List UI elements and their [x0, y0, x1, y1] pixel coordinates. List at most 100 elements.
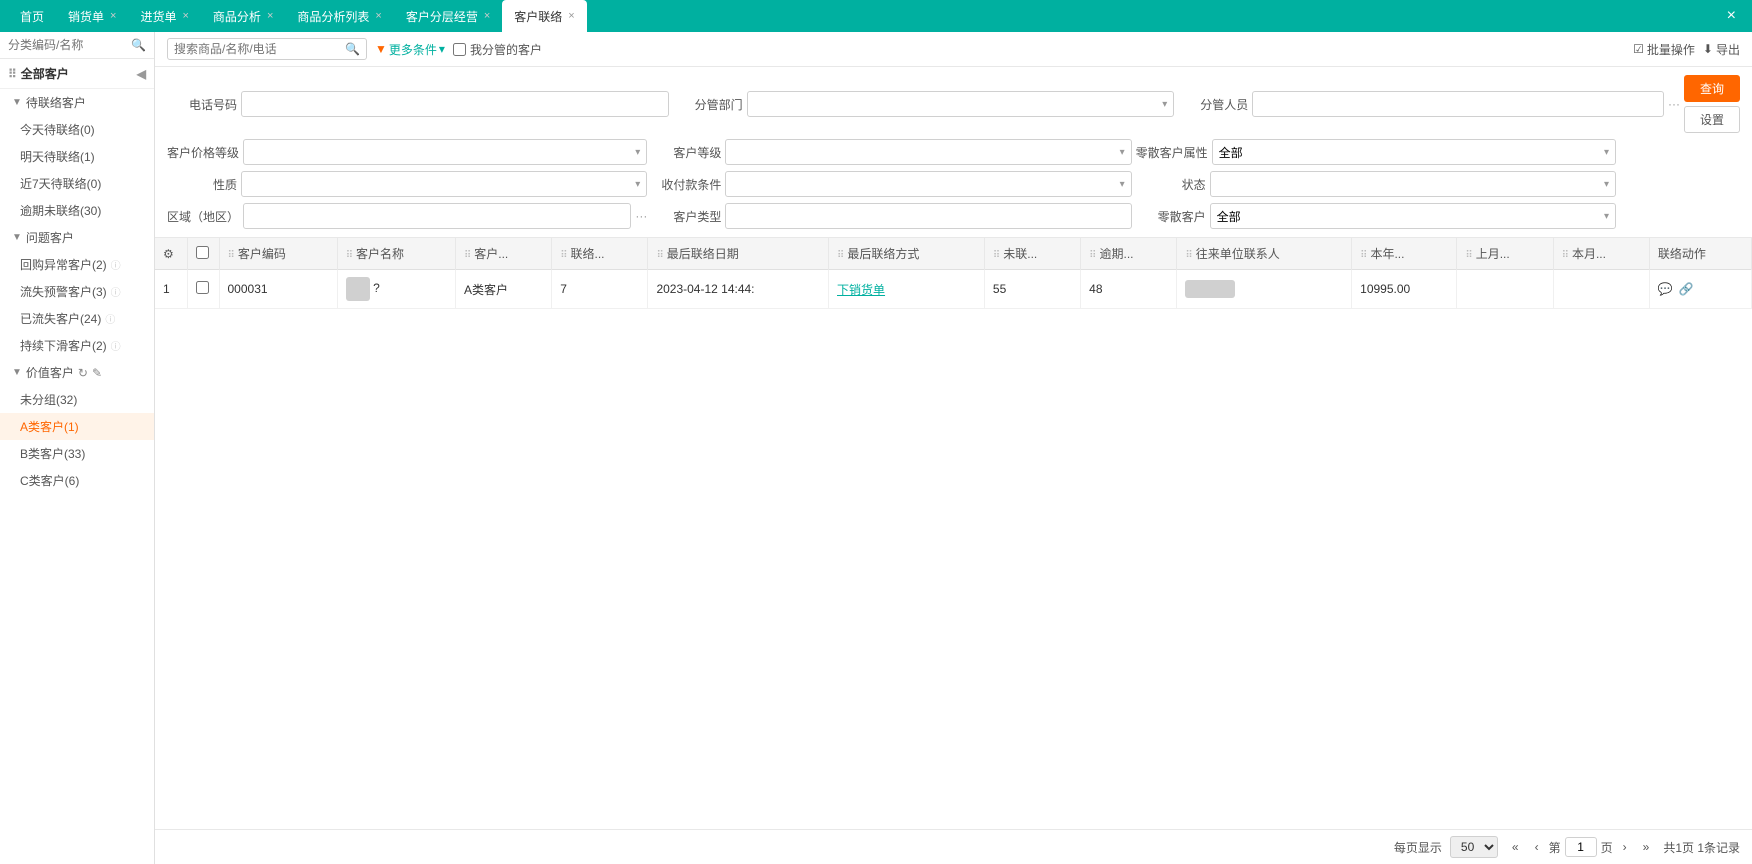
- connect-icon[interactable]: 🔗: [1679, 282, 1694, 296]
- page-number-input[interactable]: [1565, 837, 1597, 857]
- chevron-down-icon: ▾: [1120, 179, 1125, 190]
- col-contact-person[interactable]: ⠿往来单位联系人: [1177, 238, 1352, 270]
- chat-icon[interactable]: 💬: [1658, 282, 1673, 296]
- sidebar-item-a-class[interactable]: A类客户(1): [0, 413, 154, 440]
- col-this-year[interactable]: ⠿本年...: [1352, 238, 1457, 270]
- col-last-date[interactable]: ⠿最后联络日期: [648, 238, 829, 270]
- close-icon[interactable]: ×: [182, 10, 188, 22]
- settings-icon[interactable]: ⚙: [163, 247, 174, 261]
- settings-button[interactable]: 设置: [1684, 106, 1740, 133]
- close-icon[interactable]: ×: [484, 10, 490, 22]
- problem-section-label[interactable]: ▼ 问题客户: [0, 224, 154, 251]
- query-button[interactable]: 查询: [1684, 75, 1740, 102]
- sidebar-item-7days-pending[interactable]: 近7天待联络(0): [0, 170, 154, 197]
- close-icon[interactable]: ×: [568, 10, 574, 22]
- search-icon[interactable]: 🔍: [345, 42, 360, 56]
- collapse-icon[interactable]: ◀: [137, 67, 146, 81]
- more-icon[interactable]: ···: [635, 209, 647, 223]
- region-input[interactable]: [243, 203, 631, 229]
- nav-sales[interactable]: 销货单 ×: [56, 0, 128, 32]
- col-checkbox[interactable]: [187, 238, 219, 270]
- sidebar-item-churned[interactable]: 已流失客户(24) ⓘ: [0, 305, 154, 332]
- row-index: 1: [155, 270, 187, 309]
- col-resizer-icon: ⠿: [1562, 250, 1569, 261]
- sidebar-item-c-class[interactable]: C类客户(6): [0, 467, 154, 494]
- window-close-button[interactable]: ×: [1719, 7, 1744, 25]
- col-type[interactable]: ⠿客户...: [455, 238, 551, 270]
- nav-purchase[interactable]: 进货单 ×: [128, 0, 200, 32]
- info-icon: ⓘ: [111, 284, 121, 299]
- row-last-method[interactable]: 下销货单: [829, 270, 985, 309]
- close-icon[interactable]: ×: [375, 10, 381, 22]
- customer-level-select[interactable]: ▾: [725, 139, 1131, 165]
- sidebar-item-churn-warning[interactable]: 流失预警客户(3) ⓘ: [0, 278, 154, 305]
- row-this-month: [1553, 270, 1649, 309]
- dept-select[interactable]: ▾: [747, 91, 1175, 117]
- top-nav: 首页 销货单 × 进货单 × 商品分析 × 商品分析列表 × 客户分层经营 × …: [0, 0, 1752, 32]
- nav-customer-contact[interactable]: 客户联络 ×: [502, 0, 586, 32]
- sidebar-item-no-group[interactable]: 未分组(32): [0, 386, 154, 413]
- filter-icon: ▼: [375, 42, 387, 56]
- sidebar-item-today-pending[interactable]: 今天待联络(0): [0, 116, 154, 143]
- nav-customer-segment[interactable]: 客户分层经营 ×: [394, 0, 502, 32]
- row-checkbox[interactable]: [196, 281, 209, 294]
- search-icon[interactable]: 🔍: [131, 38, 146, 52]
- sidebar-item-declining[interactable]: 持续下滑客户(2) ⓘ: [0, 332, 154, 359]
- col-contact[interactable]: ⠿联络...: [552, 238, 648, 270]
- page-size-select[interactable]: 50: [1450, 836, 1498, 858]
- col-code[interactable]: ⠿客户编码: [219, 238, 337, 270]
- batch-operation-button[interactable]: ☑ 批量操作: [1633, 41, 1695, 58]
- col-no-contact[interactable]: ⠿未联...: [984, 238, 1080, 270]
- scatter-customer-select[interactable]: 全部 ▾: [1210, 203, 1616, 229]
- sidebar-item-tomorrow-pending[interactable]: 明天待联络(1): [0, 143, 154, 170]
- col-resizer-icon: ⠿: [1089, 250, 1096, 261]
- next-page-button[interactable]: ›: [1617, 838, 1633, 856]
- nature-select[interactable]: ▾: [241, 171, 647, 197]
- manager-input[interactable]: [1252, 91, 1664, 117]
- refresh-icon[interactable]: ↻: [78, 366, 88, 380]
- row-type: A类客户: [455, 270, 551, 309]
- more-icon[interactable]: ···: [1668, 97, 1680, 111]
- row-contact-person: [1177, 270, 1352, 309]
- sidebar-item-overdue-pending[interactable]: 逾期未联络(30): [0, 197, 154, 224]
- nav-product-analysis-list[interactable]: 商品分析列表 ×: [285, 0, 393, 32]
- customer-type-input[interactable]: [725, 203, 1131, 229]
- arrow-down-icon: ▼: [12, 232, 22, 243]
- all-customers-header[interactable]: ⠿ 全部客户 ◀: [0, 59, 154, 89]
- col-this-month[interactable]: ⠿本月...: [1553, 238, 1649, 270]
- col-overdue[interactable]: ⠿逾期...: [1081, 238, 1177, 270]
- close-icon[interactable]: ×: [267, 10, 273, 22]
- row-checkbox-cell[interactable]: [187, 270, 219, 309]
- chevron-down-icon: ▾: [1604, 211, 1609, 222]
- first-page-button[interactable]: «: [1506, 838, 1525, 856]
- col-name[interactable]: ⠿客户名称: [337, 238, 455, 270]
- nav-home[interactable]: 首页: [8, 0, 56, 32]
- main-search-input[interactable]: [174, 42, 345, 56]
- info-icon: ⓘ: [111, 338, 121, 353]
- avatar: [1185, 280, 1235, 298]
- prev-page-button[interactable]: ‹: [1529, 838, 1545, 856]
- phone-input[interactable]: [241, 91, 669, 117]
- sidebar-search-input[interactable]: [8, 38, 131, 52]
- export-button[interactable]: ⬇ 导出: [1703, 41, 1740, 58]
- more-conditions-button[interactable]: ▼ 更多条件 ▾: [375, 41, 445, 58]
- col-last-method[interactable]: ⠿最后联络方式: [829, 238, 985, 270]
- col-settings[interactable]: ⚙: [155, 238, 187, 270]
- my-customers-checkbox[interactable]: 我分管的客户: [453, 41, 542, 58]
- filter-cell-dept: 分管部门 ▾: [673, 91, 1175, 117]
- close-icon[interactable]: ×: [110, 10, 116, 22]
- sidebar-item-repurchase-abnormal[interactable]: 回购异常客户(2) ⓘ: [0, 251, 154, 278]
- my-customers-check[interactable]: [453, 43, 466, 56]
- edit-icon[interactable]: ✎: [92, 366, 102, 380]
- last-page-button[interactable]: »: [1637, 838, 1656, 856]
- select-all-checkbox[interactable]: [196, 246, 209, 259]
- status-select[interactable]: ▾: [1210, 171, 1616, 197]
- col-last-month[interactable]: ⠿上月...: [1457, 238, 1553, 270]
- pending-section-label[interactable]: ▼ 待联络客户: [0, 89, 154, 116]
- value-section-label[interactable]: ▼ 价值客户 ↻ ✎: [0, 359, 154, 386]
- nav-product-analysis[interactable]: 商品分析 ×: [201, 0, 285, 32]
- price-level-select[interactable]: ▾: [243, 139, 647, 165]
- payment-select[interactable]: ▾: [725, 171, 1131, 197]
- scatter-attr-select[interactable]: 全部 ▾: [1212, 139, 1616, 165]
- sidebar-item-b-class[interactable]: B类客户(33): [0, 440, 154, 467]
